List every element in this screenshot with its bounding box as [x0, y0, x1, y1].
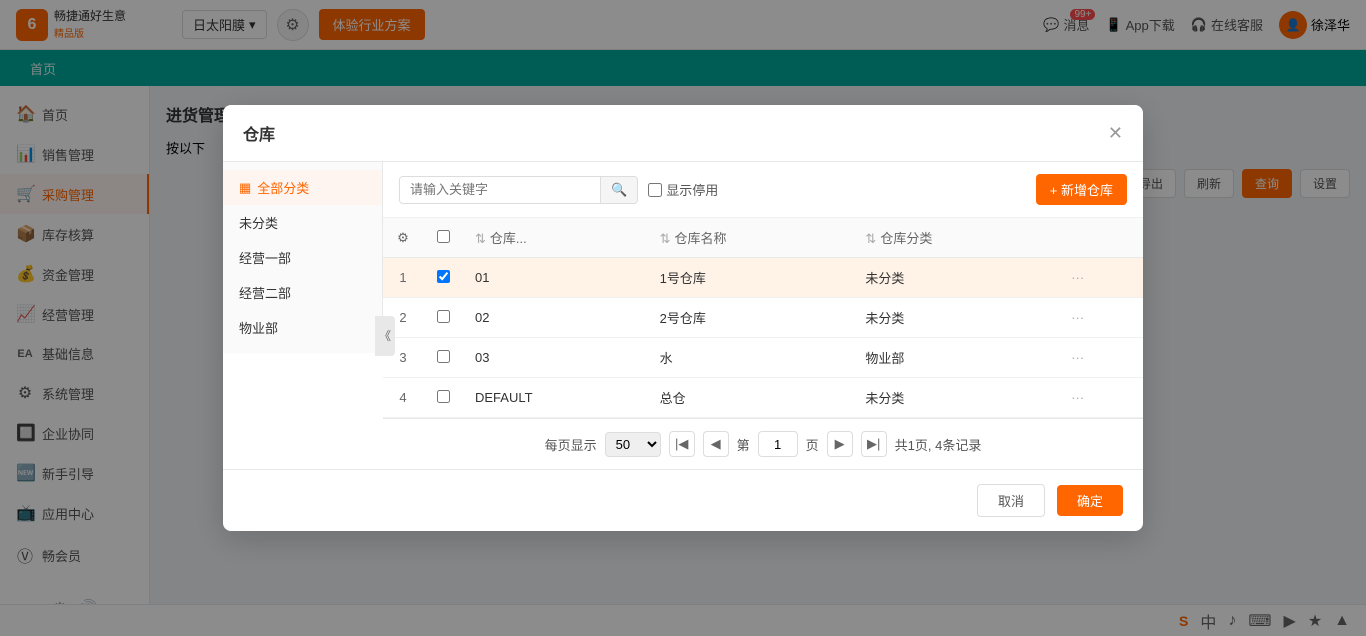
modal-title: 仓库: [243, 121, 275, 145]
table-row[interactable]: 3 03 水 物业部 ···: [383, 338, 1143, 378]
warehouse-modal: 仓库 ✕ ▦ 全部分类 未分类 经营一部 经营二部 物业: [223, 105, 1143, 531]
table-row[interactable]: 2 02 2号仓库 未分类 ···: [383, 298, 1143, 338]
settings-col-icon: ⚙: [397, 230, 409, 245]
show-disabled-text: 显示停用: [666, 180, 718, 199]
row-checkbox[interactable]: [423, 378, 463, 418]
select-all-checkbox[interactable]: [437, 230, 450, 243]
modal-footer: 取消 确定: [223, 469, 1143, 531]
row-id: DEFAULT: [463, 378, 648, 418]
search-input[interactable]: [400, 177, 600, 202]
category-uncategorized-label: 未分类: [239, 213, 278, 232]
show-disabled-label[interactable]: 显示停用: [648, 180, 718, 199]
row-more[interactable]: ···: [1059, 338, 1143, 378]
page-unit: 页: [806, 435, 819, 454]
row-more[interactable]: ···: [1059, 258, 1143, 298]
category-uncategorized[interactable]: 未分类: [223, 205, 382, 240]
th-actions: [1059, 218, 1143, 258]
page-label: 第: [737, 435, 750, 454]
modal-header: 仓库 ✕: [223, 105, 1143, 162]
th-settings[interactable]: ⚙: [383, 218, 423, 258]
cancel-button[interactable]: 取消: [977, 484, 1045, 517]
row-name: 水: [648, 338, 854, 378]
modal-toolbar: 🔍 显示停用 + 新增仓库: [383, 162, 1143, 218]
category-property-label: 物业部: [239, 318, 278, 337]
row-category: 未分类: [853, 298, 1059, 338]
add-warehouse-button[interactable]: + 新增仓库: [1036, 174, 1127, 205]
modal-body: ▦ 全部分类 未分类 经营一部 经营二部 物业部 《: [223, 162, 1143, 469]
grid-icon: ▦: [239, 180, 251, 196]
category-ops1-label: 经营一部: [239, 248, 291, 267]
row-name: 2号仓库: [648, 298, 854, 338]
search-box: 🔍: [399, 176, 638, 204]
category-property[interactable]: 物业部: [223, 310, 382, 345]
th-checkbox[interactable]: [423, 218, 463, 258]
modal-right: 🔍 显示停用 + 新增仓库 ⚙ ⇅仓库... ⇅仓库名称: [383, 162, 1143, 469]
row-num: 4: [383, 378, 423, 418]
modal-sidebar-wrapper: ▦ 全部分类 未分类 经营一部 经营二部 物业部 《: [223, 162, 383, 469]
page-next-button[interactable]: ▶: [827, 431, 853, 457]
row-num: 1: [383, 258, 423, 298]
page-prev-button[interactable]: ◀: [703, 431, 729, 457]
th-warehouse-category[interactable]: ⇅仓库分类: [853, 218, 1059, 258]
page-last-button[interactable]: ▶|: [861, 431, 887, 457]
category-ops2[interactable]: 经营二部: [223, 275, 382, 310]
row-checkbox[interactable]: [423, 338, 463, 378]
category-all[interactable]: ▦ 全部分类: [223, 170, 382, 205]
table-row[interactable]: 4 DEFAULT 总仓 未分类 ···: [383, 378, 1143, 418]
modal-sidebar: ▦ 全部分类 未分类 经营一部 经营二部 物业部: [223, 162, 383, 353]
page-number-input[interactable]: [758, 431, 798, 457]
per-page-label: 每页显示: [545, 435, 597, 454]
row-category: 未分类: [853, 258, 1059, 298]
per-page-select[interactable]: 50 20 100: [605, 432, 661, 457]
confirm-button[interactable]: 确定: [1057, 485, 1123, 516]
row-category: 物业部: [853, 338, 1059, 378]
row-checkbox[interactable]: [423, 298, 463, 338]
row-name: 1号仓库: [648, 258, 854, 298]
category-ops2-label: 经营二部: [239, 283, 291, 302]
warehouse-table: ⚙ ⇅仓库... ⇅仓库名称 ⇅仓库分类 1 01 1号仓库 未分类 ···: [383, 218, 1143, 418]
table-row[interactable]: 1 01 1号仓库 未分类 ···: [383, 258, 1143, 298]
th-warehouse-name[interactable]: ⇅仓库名称: [648, 218, 854, 258]
search-icon[interactable]: 🔍: [600, 177, 637, 203]
show-disabled-checkbox[interactable]: [648, 183, 662, 197]
category-all-label: 全部分类: [257, 178, 309, 197]
pagination: 每页显示 50 20 100 |◀ ◀ 第 页 ▶ ▶| 共1页, 4条记录: [383, 418, 1143, 469]
row-checkbox[interactable]: [423, 258, 463, 298]
row-more[interactable]: ···: [1059, 378, 1143, 418]
category-ops1[interactable]: 经营一部: [223, 240, 382, 275]
total-text: 共1页, 4条记录: [895, 435, 982, 454]
page-first-button[interactable]: |◀: [669, 431, 695, 457]
sidebar-collapse-button[interactable]: 《: [375, 316, 395, 356]
row-id: 02: [463, 298, 648, 338]
row-category: 未分类: [853, 378, 1059, 418]
th-warehouse-id[interactable]: ⇅仓库...: [463, 218, 648, 258]
row-id: 03: [463, 338, 648, 378]
row-id: 01: [463, 258, 648, 298]
modal-close-button[interactable]: ✕: [1108, 123, 1123, 144]
row-name: 总仓: [648, 378, 854, 418]
row-more[interactable]: ···: [1059, 298, 1143, 338]
